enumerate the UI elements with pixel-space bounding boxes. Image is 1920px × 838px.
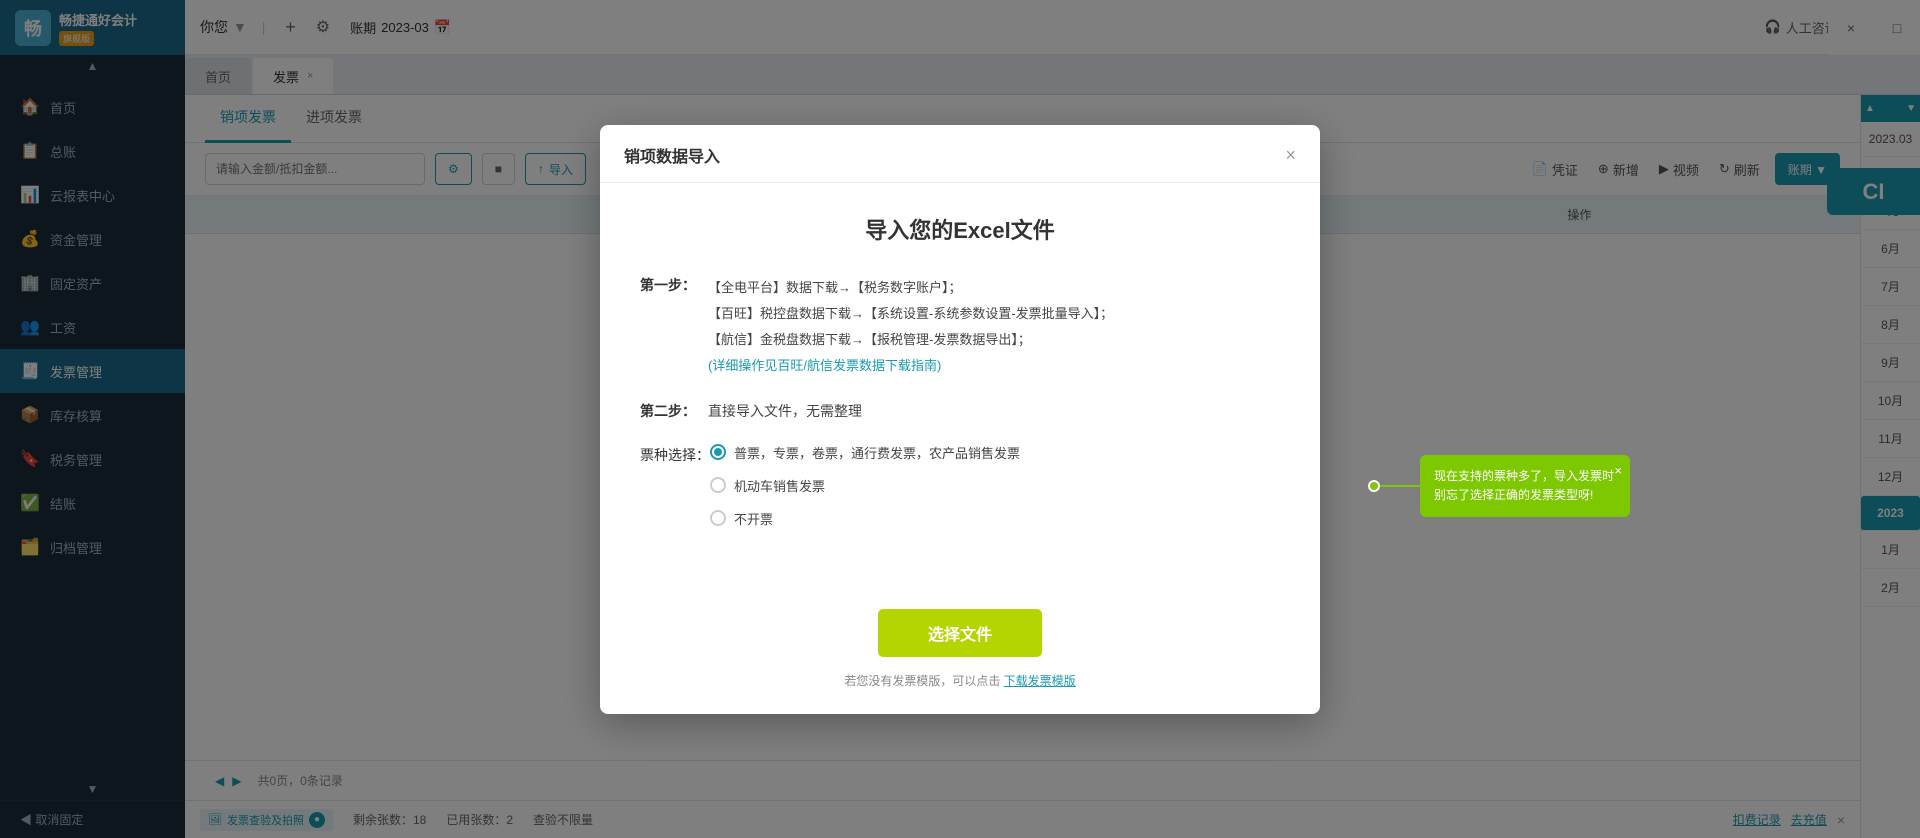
tooltip-text: 现在支持的票种多了，导入发票时别忘了选择正确的发票类型呀! — [1434, 469, 1614, 502]
tooltip-dot — [1368, 480, 1380, 492]
tooltip-close-btn[interactable]: × — [1614, 461, 1622, 482]
tooltip-balloon: × 现在支持的票种多了，导入发票时别忘了选择正确的发票类型呀! — [1420, 455, 1630, 517]
modal-footer: 选择文件 若您没有发票模版，可以点击 下载发票模版 — [600, 604, 1320, 714]
radio-label-2: 不开票 — [734, 509, 773, 528]
radio-item-0[interactable]: 普票，专票，卷票，通行费发票，农产品销售发票 — [710, 443, 1020, 462]
step2-text: 直接导入文件，无需整理 — [708, 401, 862, 421]
step2-label: 第二步： — [640, 401, 696, 421]
ticket-select-row: 票种选择： 普票，专票，卷票，通行费发票，农产品销售发票 机动车销售发票 不开票 — [640, 443, 1280, 556]
footer-note-row: 若您没有发票模版，可以点击 下载发票模版 — [844, 672, 1075, 689]
modal-step1: 第一步： 【全电平台】数据下载→【税务数字账户】； 【百旺】税控盘数据下载→【系… — [640, 275, 1280, 379]
radio-label-1: 机动车销售发票 — [734, 476, 825, 495]
radio-label-0: 普票，专票，卷票，通行费发票，农产品销售发票 — [734, 443, 1020, 462]
step1-link-anchor[interactable]: (详细操作见百旺/航信发票数据下载指南) — [708, 358, 941, 373]
modal-step2: 第二步： 直接导入文件，无需整理 — [640, 401, 1280, 421]
modal-title: 销项数据导入 — [624, 143, 720, 167]
tooltip-container: × 现在支持的票种多了，导入发票时别忘了选择正确的发票类型呀! — [1368, 455, 1630, 517]
radio-circle-0[interactable] — [710, 444, 726, 460]
modal-body: 导入您的Excel文件 第一步： 【全电平台】数据下载→【税务数字账户】； 【百… — [600, 183, 1320, 604]
modal-header: 销项数据导入 × — [600, 125, 1320, 183]
step1-link[interactable]: (详细操作见百旺/航信发票数据下载指南) — [708, 353, 1113, 379]
modal: 销项数据导入 × 导入您的Excel文件 第一步： 【全电平台】数据下载→【税务… — [600, 125, 1320, 714]
radio-circle-1[interactable] — [710, 477, 726, 493]
step1-label: 第一步： — [640, 275, 696, 295]
modal-main-title: 导入您的Excel文件 — [640, 213, 1280, 245]
radio-circle-2[interactable] — [710, 510, 726, 526]
tooltip-line — [1380, 485, 1420, 487]
radio-item-1[interactable]: 机动车销售发票 — [710, 476, 1020, 495]
step1-line2: 【百旺】税控盘数据下载→【系统设置-系统参数设置-发票批量导入】； — [708, 301, 1113, 327]
step1-line1: 【全电平台】数据下载→【税务数字账户】； — [708, 275, 1113, 301]
select-file-button[interactable]: 选择文件 — [878, 609, 1042, 657]
radio-item-2[interactable]: 不开票 — [710, 509, 1020, 528]
step1-content: 【全电平台】数据下载→【税务数字账户】； 【百旺】税控盘数据下载→【系统设置-系… — [708, 275, 1113, 379]
step1-line3: 【航信】金税盘数据下载→【报税管理-发票数据导出】； — [708, 327, 1113, 353]
ticket-label: 票种选择： — [640, 443, 710, 465]
radio-group: 普票，专票，卷票，通行费发票，农产品销售发票 机动车销售发票 不开票 — [710, 443, 1020, 528]
download-template-link[interactable]: 下载发票模版 — [1004, 674, 1076, 688]
modal-overlay[interactable]: 销项数据导入 × 导入您的Excel文件 第一步： 【全电平台】数据下载→【税务… — [0, 0, 1920, 838]
footer-note-text: 若您没有发票模版，可以点击 — [844, 674, 1000, 688]
modal-close-btn[interactable]: × — [1285, 146, 1296, 164]
